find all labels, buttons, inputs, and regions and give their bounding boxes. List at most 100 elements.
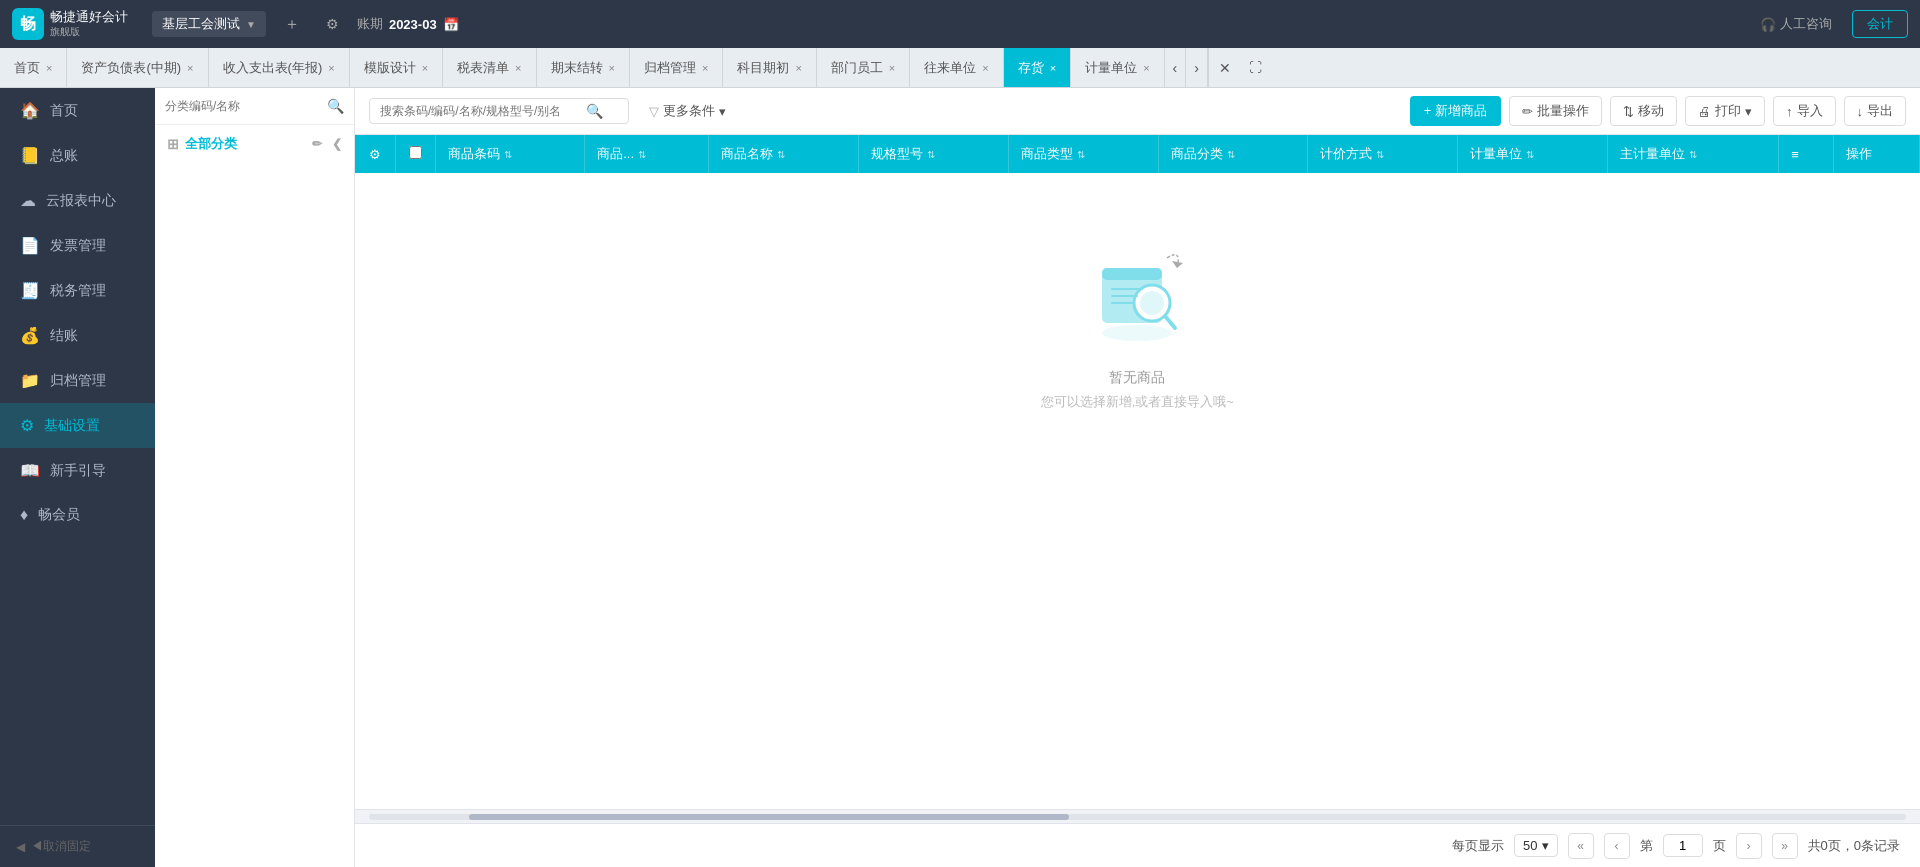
calendar-icon[interactable]: 📅 xyxy=(443,17,459,32)
sidebar-item-closing[interactable]: 💰 结账 xyxy=(0,313,155,358)
logo-area: 畅 畅捷通好会计 旗舰版 xyxy=(12,8,142,40)
sidebar-item-tax[interactable]: 🧾 税务管理 xyxy=(0,268,155,313)
edit-category-icon[interactable]: ✏ xyxy=(312,137,322,151)
tab-expand-button[interactable]: ⛶ xyxy=(1241,48,1270,87)
export-button[interactable]: ↓ 导出 xyxy=(1844,96,1907,126)
first-page-button[interactable]: « xyxy=(1568,833,1594,859)
tab-balance-close[interactable]: × xyxy=(187,62,193,74)
sidebar-item-invoice[interactable]: 📄 发票管理 xyxy=(0,223,155,268)
tab-inventory-close[interactable]: × xyxy=(1050,62,1056,74)
th-unit[interactable]: 计量单位⇅ xyxy=(1458,135,1608,173)
company-selector[interactable]: 基层工会测试 ▼ xyxy=(152,11,266,37)
sidebar-invoice-label: 发票管理 xyxy=(50,237,106,255)
settings-icon[interactable]: ⚙ xyxy=(318,12,347,36)
right-content: 🔍 ▽ 更多条件 ▾ + 新增商品 ✏ 批量操作 ⇅ xyxy=(355,88,1920,867)
page-number-input[interactable] xyxy=(1663,834,1703,857)
next-page-button[interactable]: › xyxy=(1736,833,1762,859)
pin-label: ◀取消固定 xyxy=(31,838,91,855)
th-settings[interactable]: ⚙ xyxy=(355,135,395,173)
search-input[interactable] xyxy=(380,104,580,118)
tab-home-close[interactable]: × xyxy=(46,62,52,74)
tab-template[interactable]: 模版设计 × xyxy=(350,48,443,87)
category-search-area: 🔍 xyxy=(155,88,354,125)
tab-unit[interactable]: 计量单位 × xyxy=(1071,48,1164,87)
help-button[interactable]: 🎧 人工咨询 xyxy=(1750,11,1842,37)
app-edition: 旗舰版 xyxy=(50,25,128,39)
category-all-label[interactable]: 全部分类 xyxy=(185,135,237,153)
tab-archive-close[interactable]: × xyxy=(702,62,708,74)
category-search-input[interactable] xyxy=(165,99,321,113)
sidebar-pin-button[interactable]: ◀ ◀取消固定 xyxy=(0,825,155,867)
tab-tax-close[interactable]: × xyxy=(515,62,521,74)
th-main-unit[interactable]: 主计量单位⇅ xyxy=(1607,135,1779,173)
prev-page-button[interactable]: ‹ xyxy=(1604,833,1630,859)
account-button[interactable]: 会计 xyxy=(1852,10,1908,38)
tab-subject-close[interactable]: × xyxy=(795,62,801,74)
th-name[interactable]: 商品名称⇅ xyxy=(709,135,859,173)
tab-balance-sheet[interactable]: 资产负债表(中期) × xyxy=(67,48,208,87)
tab-period-close-btn[interactable]: × xyxy=(609,62,615,74)
tab-template-close[interactable]: × xyxy=(422,62,428,74)
tab-close-all-button[interactable]: ✕ xyxy=(1208,48,1241,87)
sidebar-item-member[interactable]: ♦ 畅会员 xyxy=(0,493,155,537)
sidebar-item-archive[interactable]: 📁 归档管理 xyxy=(0,358,155,403)
page-size-select[interactable]: 50 ▾ xyxy=(1514,834,1557,857)
tab-period-close[interactable]: 期末结转 × xyxy=(537,48,630,87)
tab-subject[interactable]: 科目期初 × xyxy=(723,48,816,87)
tab-balance-label: 资产负债表(中期) xyxy=(81,59,181,77)
sidebar-cloud-label: 云报表中心 xyxy=(46,192,116,210)
th-action: 操作 xyxy=(1834,135,1920,173)
sidebar-closing-label: 结账 xyxy=(50,327,78,345)
collapse-panel-icon[interactable]: ❮ xyxy=(332,137,342,151)
period-value: 2023-03 xyxy=(389,17,437,32)
th-price-method[interactable]: 计价方式⇅ xyxy=(1308,135,1458,173)
add-product-button[interactable]: + 新增商品 xyxy=(1410,96,1501,126)
tab-income[interactable]: 收入支出表(年报) × xyxy=(209,48,350,87)
app-logo-icon: 畅 xyxy=(12,8,44,40)
th-checkbox[interactable] xyxy=(395,135,435,173)
scroll-thumb[interactable] xyxy=(469,814,1069,820)
sidebar-item-cloud[interactable]: ☁ 云报表中心 xyxy=(0,178,155,223)
scroll-track[interactable] xyxy=(369,814,1906,820)
th-type[interactable]: 商品类型⇅ xyxy=(1008,135,1158,173)
page-text: 第 xyxy=(1640,837,1653,855)
tab-dept[interactable]: 部门员工 × xyxy=(817,48,910,87)
select-all-checkbox[interactable] xyxy=(409,146,422,159)
th-spec[interactable]: 规格型号⇅ xyxy=(859,135,1009,173)
ledger-icon: 📒 xyxy=(20,146,40,165)
batch-operation-button[interactable]: ✏ 批量操作 xyxy=(1509,96,1602,126)
tab-contacts-close[interactable]: × xyxy=(982,62,988,74)
import-button[interactable]: ↑ 导入 xyxy=(1773,96,1836,126)
tab-dept-close[interactable]: × xyxy=(889,62,895,74)
tab-inventory[interactable]: 存货 × xyxy=(1004,48,1071,87)
category-search-icon[interactable]: 🔍 xyxy=(327,98,344,114)
last-page-button[interactable]: » xyxy=(1772,833,1798,859)
print-button[interactable]: 🖨 打印 ▾ xyxy=(1685,96,1765,126)
tab-contacts[interactable]: 往来单位 × xyxy=(910,48,1003,87)
tab-prev-button[interactable]: ‹ xyxy=(1165,48,1187,87)
tab-tax[interactable]: 税表清单 × xyxy=(443,48,536,87)
sidebar-guide-label: 新手引导 xyxy=(50,462,106,480)
th-code[interactable]: 商品...⇅ xyxy=(585,135,709,173)
filter-button[interactable]: ▽ 更多条件 ▾ xyxy=(639,98,736,124)
tab-archive[interactable]: 归档管理 × xyxy=(630,48,723,87)
move-button[interactable]: ⇅ 移动 xyxy=(1610,96,1677,126)
search-icon[interactable]: 🔍 xyxy=(586,103,603,119)
app-name-area: 畅捷通好会计 旗舰版 xyxy=(50,9,128,39)
tab-unit-close[interactable]: × xyxy=(1143,62,1149,74)
th-category[interactable]: 商品分类⇅ xyxy=(1158,135,1308,173)
th-barcode[interactable]: 商品条码⇅ xyxy=(435,135,585,173)
sidebar-item-settings[interactable]: ⚙ 基础设置 xyxy=(0,403,155,448)
tab-unit-label: 计量单位 xyxy=(1085,59,1137,77)
sidebar-item-guide[interactable]: 📖 新手引导 xyxy=(0,448,155,493)
tab-tax-label: 税表清单 xyxy=(457,59,509,77)
archive-icon: 📁 xyxy=(20,371,40,390)
sidebar-item-home[interactable]: 🏠 首页 xyxy=(0,88,155,133)
add-tab-button[interactable]: ＋ xyxy=(276,10,308,39)
th-extra[interactable]: ≡ xyxy=(1779,135,1834,173)
tab-next-button[interactable]: › xyxy=(1186,48,1208,87)
tab-home[interactable]: 首页 × xyxy=(0,48,67,87)
tab-income-close[interactable]: × xyxy=(328,62,334,74)
sidebar-item-ledger[interactable]: 📒 总账 xyxy=(0,133,155,178)
filter-label: 更多条件 xyxy=(663,102,715,120)
